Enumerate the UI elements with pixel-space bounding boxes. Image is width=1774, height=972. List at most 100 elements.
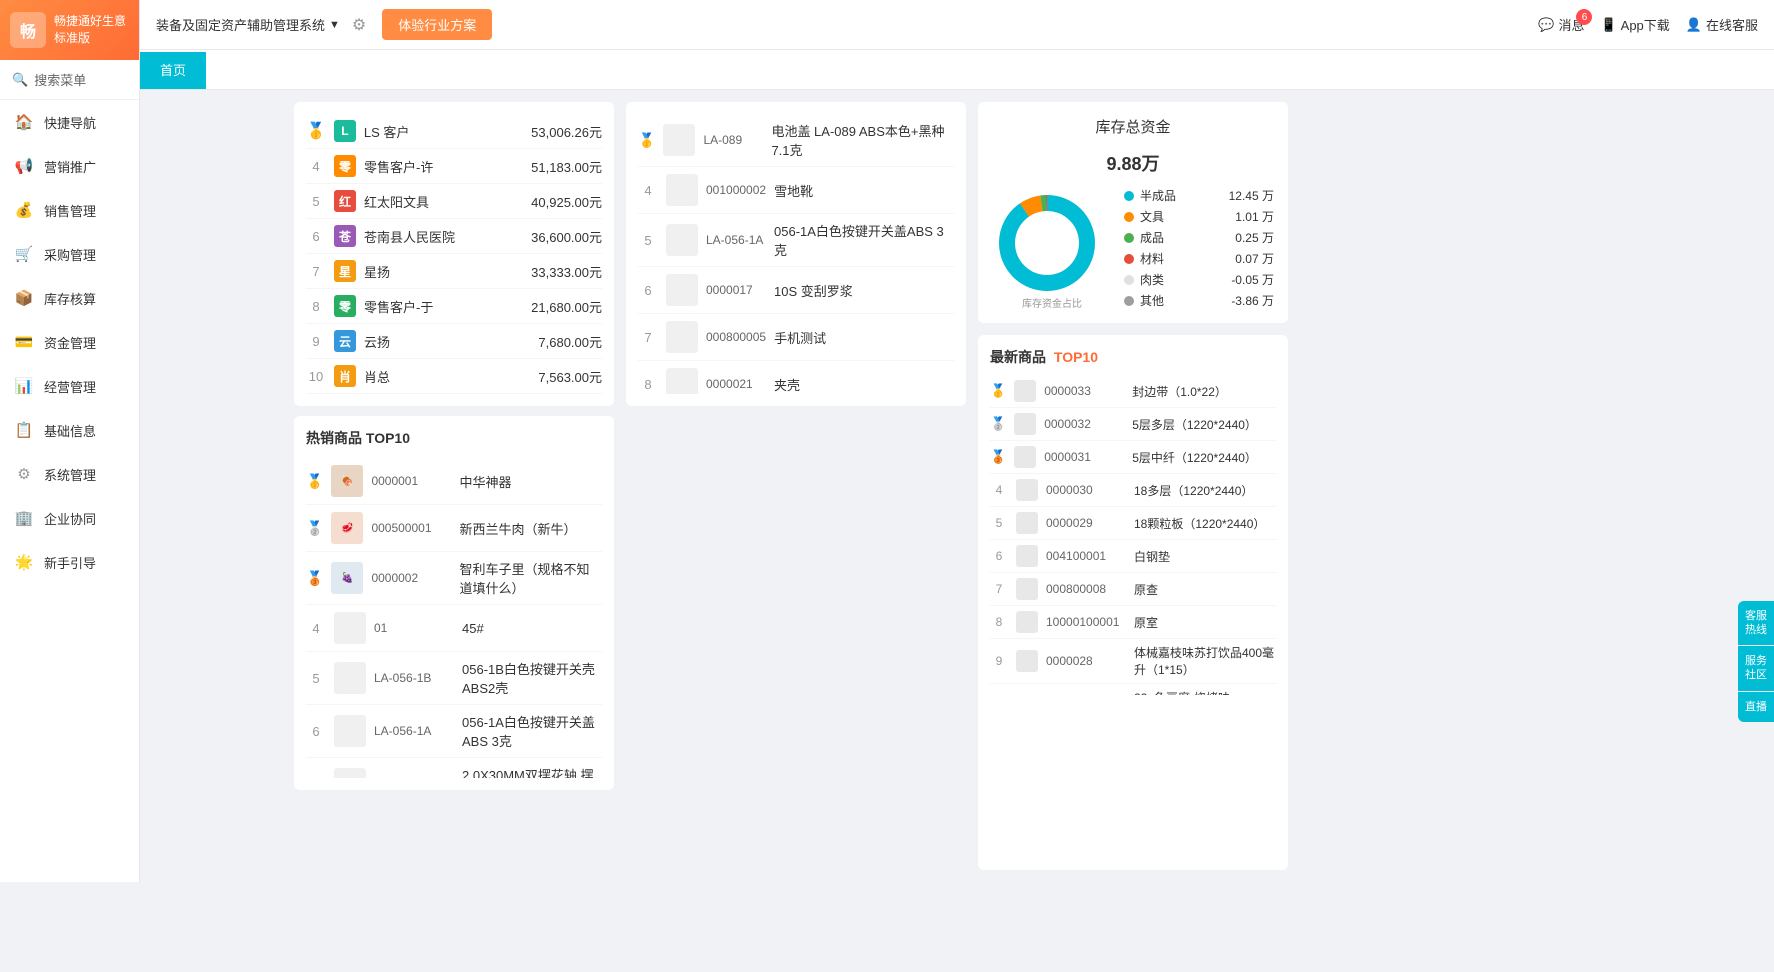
- np-img: [1016, 545, 1038, 567]
- sidebar-item-purchase[interactable]: 🛒 采购管理: [0, 232, 139, 276]
- sidebar-item-sales[interactable]: 💰 销售管理: [0, 188, 139, 232]
- message-badge: 6: [1576, 9, 1592, 25]
- new-product-item: 8 10000100001 原室: [990, 606, 1276, 639]
- middle-product-item: 7 000800005 手机测试: [638, 314, 954, 361]
- sidebar-item-guide[interactable]: 🌟 新手引导: [0, 540, 139, 584]
- hot-product-item: 🥇 🍖 0000001 中华神器: [306, 458, 602, 505]
- new-product-item: 6 004100001 白钢垫: [990, 540, 1276, 573]
- new-product-item: 9 0000028 体械嘉枝味苏打饮品400毫升（1*15）: [990, 639, 1276, 684]
- rank-medal: 🥇: [990, 383, 1006, 399]
- float-live-btn[interactable]: 直播: [1738, 692, 1774, 722]
- float-service: 客服热线 服务社区 直播: [1738, 601, 1774, 722]
- rank-medal: 🥈: [306, 520, 323, 537]
- tab-home[interactable]: 首页: [140, 52, 206, 89]
- logo-text: 畅捷通好生意 标准版: [54, 13, 126, 47]
- legend-dot: [1124, 296, 1134, 306]
- home-icon: 🏠: [14, 112, 34, 132]
- legend-dot: [1124, 233, 1134, 243]
- new-product-item: 🥇 0000033 封边带（1.0*22）: [990, 375, 1276, 408]
- product-img: 🍇: [331, 562, 363, 594]
- rank-medal: 🥇: [638, 132, 655, 149]
- new-product-item: 10 003800001 22g鱼豆腐-烧烤味（1*12*20）: [990, 684, 1276, 695]
- rank-item: 10 肖 肖总 7,563.00元: [306, 359, 602, 394]
- rank-item: 🥇 L LS 客户 53,006.26元: [306, 114, 602, 149]
- hot-product-item: 6 LA-056-1A 056-1A白色按键开关盖ABS 3克: [306, 705, 602, 758]
- sidebar-item-quick-nav[interactable]: 🏠 快捷导航: [0, 100, 139, 144]
- system-icon: ⚙: [14, 464, 34, 484]
- legend-item: 文具 1.01 万: [1124, 208, 1274, 225]
- sidebar: 畅 畅捷通好生意 标准版 🔍 搜索菜单 🏠 快捷导航 📢 营销推广 💰 销售管理…: [0, 0, 140, 882]
- header-system-title[interactable]: 装备及固定资产辅助管理系统 ▼: [156, 15, 340, 34]
- message-btn[interactable]: 💬 消息 6: [1538, 15, 1584, 34]
- product-img: [666, 274, 698, 306]
- search-icon: 🔍: [12, 72, 28, 88]
- sidebar-search[interactable]: 🔍 搜索菜单: [0, 60, 139, 100]
- operations-icon: 📊: [14, 376, 34, 396]
- hot-product-item: 5 LA-056-1B 056-1B白色按键开关壳ABS2壳: [306, 652, 602, 705]
- sidebar-item-marketing[interactable]: 📢 营销推广: [0, 144, 139, 188]
- float-community-btn[interactable]: 服务社区: [1738, 646, 1774, 691]
- main-content: 🥇 L LS 客户 53,006.26元 4 零 零售客户-许 51,183.0…: [140, 90, 1774, 882]
- guide-icon: 🌟: [14, 552, 34, 572]
- sidebar-item-basic[interactable]: 📋 基础信息: [0, 408, 139, 452]
- product-img: [666, 368, 698, 394]
- product-img: 🥩: [331, 512, 363, 544]
- product-img: [334, 612, 366, 644]
- sales-icon: 💰: [14, 200, 34, 220]
- finance-icon: 💳: [14, 332, 34, 352]
- rank-badge: 星: [334, 260, 356, 282]
- rank-medal: 🥉: [306, 570, 323, 587]
- experience-btn[interactable]: 体验行业方案: [382, 9, 492, 40]
- product-img: [666, 224, 698, 256]
- phone-icon: 📱: [1600, 17, 1616, 33]
- sidebar-logo[interactable]: 畅 畅捷通好生意 标准版: [0, 0, 139, 60]
- rank-badge: L: [334, 120, 356, 142]
- float-hotline-btn[interactable]: 客服热线: [1738, 601, 1774, 646]
- settings-icon[interactable]: ⚙: [352, 15, 366, 35]
- np-img: [1014, 380, 1036, 402]
- sales-ranking-panel: 🥇 L LS 客户 53,006.26元 4 零 零售客户-许 51,183.0…: [294, 102, 614, 406]
- app-download-btn[interactable]: 📱 App下载: [1600, 15, 1669, 34]
- inventory-icon: 📦: [14, 288, 34, 308]
- inventory-title: 库存总资金: [992, 116, 1274, 137]
- logo-icon: 畅: [10, 12, 46, 48]
- rank-item: 9 云 云扬 7,680.00元: [306, 324, 602, 359]
- product-img: [334, 768, 366, 778]
- legend-dot: [1124, 275, 1134, 285]
- np-img: [1014, 446, 1036, 468]
- sidebar-item-system[interactable]: ⚙ 系统管理: [0, 452, 139, 496]
- sidebar-item-finance[interactable]: 💳 资金管理: [0, 320, 139, 364]
- middle-products-panel: 🥇 LA-089 电池盖 LA-089 ABS本色+黑种 7.1克 4 0010…: [626, 102, 966, 406]
- sidebar-item-enterprise[interactable]: 🏢 企业协同: [0, 496, 139, 540]
- marketing-icon: 📢: [14, 156, 34, 176]
- online-service-btn[interactable]: 👤 在线客服: [1686, 15, 1758, 34]
- service-icon: 👤: [1686, 17, 1702, 33]
- dropdown-arrow-icon: ▼: [329, 19, 340, 31]
- new-product-item: 🥉 0000031 5层中纤（1220*2440）: [990, 441, 1276, 474]
- product-img: [334, 662, 366, 694]
- new-product-item: 5 0000029 18颗粒板（1220*2440）: [990, 507, 1276, 540]
- np-img: [1016, 479, 1038, 501]
- sidebar-item-operations[interactable]: 📊 经营管理: [0, 364, 139, 408]
- header-right: 💬 消息 6 📱 App下载 👤 在线客服: [1538, 15, 1758, 34]
- product-img: [666, 321, 698, 353]
- legend-item: 其他 -3.86 万: [1124, 292, 1274, 309]
- hot-products-panel: 热销商品 TOP10 🥇 🍖 0000001 中华神器 🥈 🥩 00050000…: [294, 416, 614, 790]
- np-img: [1014, 413, 1036, 435]
- nav-tabs: 首页: [140, 50, 1774, 90]
- legend-item: 肉类 -0.05 万: [1124, 271, 1274, 288]
- new-product-item: 🥈 0000032 5层多层（1220*2440）: [990, 408, 1276, 441]
- rank-badge: 肖: [334, 365, 356, 387]
- new-products-panel: 最新商品 TOP10 🥇 0000033 封边带（1.0*22） 🥈 00000…: [978, 335, 1288, 870]
- enterprise-icon: 🏢: [14, 508, 34, 528]
- rank-badge: 红: [334, 190, 356, 212]
- rank-item: 6 苍 苍南县人民医院 36,600.00元: [306, 219, 602, 254]
- new-product-item: 7 000800008 原查: [990, 573, 1276, 606]
- np-img: [1016, 650, 1038, 672]
- rank-item: 8 零 零售客户-于 21,680.00元: [306, 289, 602, 324]
- product-img: [666, 174, 698, 206]
- sidebar-item-inventory[interactable]: 📦 库存核算: [0, 276, 139, 320]
- np-img: [1016, 512, 1038, 534]
- basic-icon: 📋: [14, 420, 34, 440]
- np-img: [1016, 611, 1038, 633]
